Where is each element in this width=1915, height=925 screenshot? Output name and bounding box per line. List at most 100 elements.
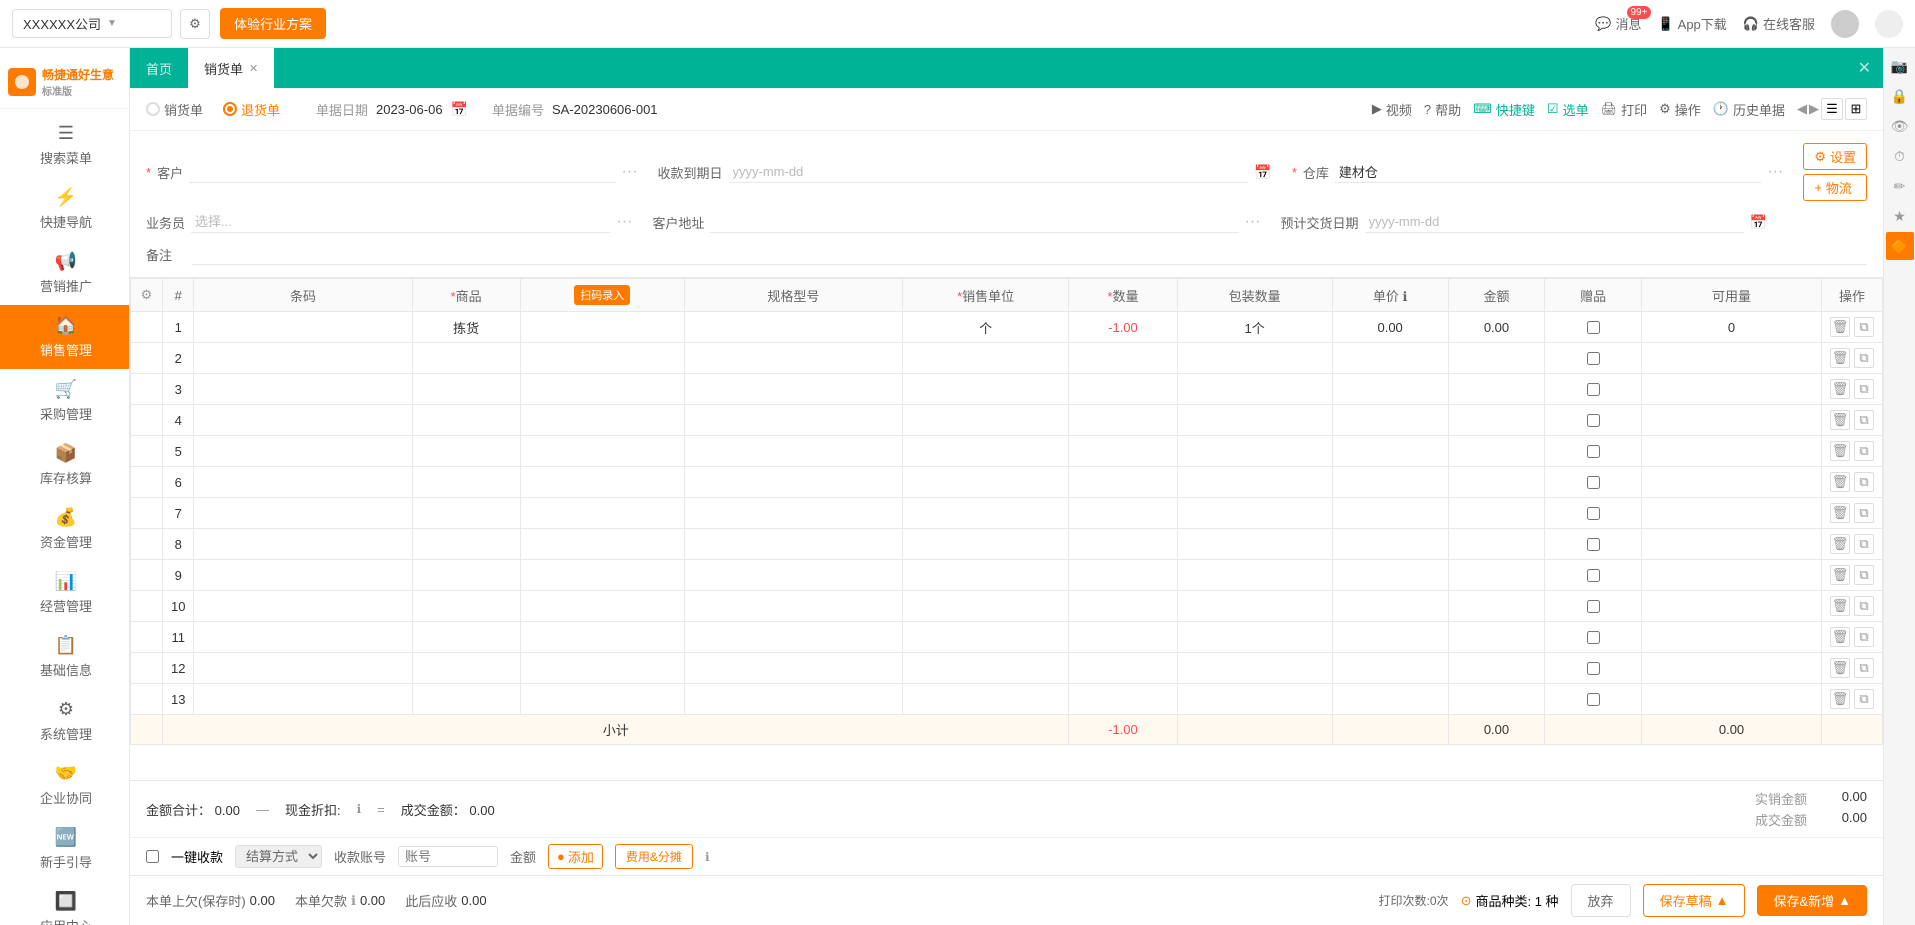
row8-delete[interactable]: 🗑 xyxy=(1830,534,1850,554)
nav-prev-icon[interactable]: ◀ xyxy=(1797,101,1807,117)
rfp-lock[interactable]: 🔒 xyxy=(1886,82,1914,110)
addr-dots[interactable]: ··· xyxy=(1245,213,1261,231)
fee-split-button[interactable]: 费用&分摊 xyxy=(615,844,693,869)
tab-sales-order[interactable]: 销货单 ✕ xyxy=(188,48,274,88)
row5-copy[interactable]: ⧉ xyxy=(1854,441,1874,461)
row11-copy[interactable]: ⧉ xyxy=(1854,627,1874,647)
row8-copy[interactable]: ⧉ xyxy=(1854,534,1874,554)
row1-gift[interactable] xyxy=(1545,312,1642,343)
print-btn[interactable]: 🖨 打印 xyxy=(1601,100,1648,119)
row1-barcode[interactable] xyxy=(194,312,412,343)
row1-delete-icon[interactable]: 🗑 xyxy=(1830,317,1850,337)
due-date-input[interactable] xyxy=(729,161,1249,183)
customer-dots[interactable]: ··· xyxy=(622,163,638,181)
save-new-button[interactable]: 保存&新增 ▲ xyxy=(1757,885,1867,916)
row7-delete[interactable]: 🗑 xyxy=(1830,503,1850,523)
help-btn[interactable]: ? 帮助 xyxy=(1424,100,1461,119)
tab-close-icon[interactable]: ✕ xyxy=(249,62,258,75)
shortcut-btn[interactable]: ⌨ 快捷键 xyxy=(1473,100,1535,119)
row3-delete[interactable]: 🗑 xyxy=(1830,379,1850,399)
sidebar-item-marketing[interactable]: 📢 营销推广 xyxy=(0,241,129,305)
rfp-eye[interactable]: 👁 xyxy=(1886,112,1914,140)
warehouse-input[interactable] xyxy=(1335,161,1761,183)
row12-copy[interactable]: ⧉ xyxy=(1854,658,1874,678)
one-click-checkbox[interactable] xyxy=(146,850,159,863)
save-draft-button[interactable]: 保存草稿 ▲ xyxy=(1643,884,1746,917)
sidebar-item-search-order[interactable]: ☰ 搜索菜单 xyxy=(0,113,129,177)
sidebar-item-basic[interactable]: 📋 基础信息 xyxy=(0,625,129,689)
row12-delete[interactable]: 🗑 xyxy=(1830,658,1850,678)
operate-btn[interactable]: ⚙ 操作 xyxy=(1659,100,1701,119)
history-btn[interactable]: 🕐 历史单据 xyxy=(1713,100,1785,119)
account-input[interactable] xyxy=(398,846,498,867)
sidebar-item-apps[interactable]: 🔲 应用中心 xyxy=(0,881,129,925)
sidebar-item-quick-nav[interactable]: ⚡ 快捷导航 xyxy=(0,177,129,241)
company-settings-button[interactable]: ⚙ xyxy=(180,9,210,39)
row10-copy[interactable]: ⧉ xyxy=(1854,596,1874,616)
sidebar-item-purchase[interactable]: 🛒 采购管理 xyxy=(0,369,129,433)
logistics-button[interactable]: + 物流 xyxy=(1803,174,1867,201)
row6-copy[interactable]: ⧉ xyxy=(1854,472,1874,492)
sidebar-item-system[interactable]: ⚙ 系统管理 xyxy=(0,689,129,753)
rfp-edit[interactable]: ✏ xyxy=(1886,172,1914,200)
th-scan[interactable]: 扫码录入 xyxy=(520,279,684,312)
remark-input[interactable] xyxy=(192,243,1867,265)
settings-button[interactable]: ⚙ 设置 xyxy=(1803,143,1867,170)
sidebar-item-sales[interactable]: 🏠 销售管理 xyxy=(0,305,129,369)
radio-return-order[interactable]: 退货单 xyxy=(223,100,280,119)
row7-copy[interactable]: ⧉ xyxy=(1854,503,1874,523)
row6-delete[interactable]: 🗑 xyxy=(1830,472,1850,492)
rfp-clock[interactable]: ⏱ xyxy=(1886,142,1914,170)
row1-qty[interactable]: -1.00 xyxy=(1069,312,1177,343)
rfp-star[interactable]: ★ xyxy=(1886,202,1914,230)
row9-delete[interactable]: 🗑 xyxy=(1830,565,1850,585)
calc-method-select[interactable]: 结算方式 xyxy=(235,845,322,868)
row4-delete[interactable]: 🗑 xyxy=(1830,410,1850,430)
row3-copy[interactable]: ⧉ xyxy=(1854,379,1874,399)
row1-spec[interactable] xyxy=(684,312,902,343)
message-button[interactable]: 💬 消息 99+ xyxy=(1595,14,1641,33)
app-download-button[interactable]: 📱 App下载 xyxy=(1657,14,1726,33)
view-grid-btn[interactable]: ⊞ xyxy=(1845,98,1867,120)
expected-date-input[interactable] xyxy=(1365,211,1744,233)
sidebar-item-finance[interactable]: 💰 资金管理 xyxy=(0,497,129,561)
row13-copy[interactable]: ⧉ xyxy=(1854,689,1874,709)
row1-copy-icon[interactable]: ⧉ xyxy=(1854,317,1874,337)
sidebar-item-guide[interactable]: 🆕 新手引导 xyxy=(0,817,129,881)
online-service-button[interactable]: 🎧 在线客服 xyxy=(1743,14,1815,33)
sidebar-item-operations[interactable]: 📊 经营管理 xyxy=(0,561,129,625)
scan-button[interactable]: 扫码录入 xyxy=(574,285,630,305)
nav-next-icon[interactable]: ▶ xyxy=(1809,101,1819,117)
warehouse-dots[interactable]: ··· xyxy=(1767,163,1783,181)
row13-delete[interactable]: 🗑 xyxy=(1830,689,1850,709)
due-date-cal-icon[interactable]: 📅 xyxy=(1254,164,1271,181)
salesperson-dots[interactable]: ··· xyxy=(616,213,632,231)
avatar-extra[interactable] xyxy=(1875,10,1903,38)
row10-delete[interactable]: 🗑 xyxy=(1830,596,1850,616)
row11-delete[interactable]: 🗑 xyxy=(1830,627,1850,647)
row5-delete[interactable]: 🗑 xyxy=(1830,441,1850,461)
sidebar-item-enterprise[interactable]: 🤝 企业协同 xyxy=(0,753,129,817)
radio-sales-order[interactable]: 销货单 xyxy=(146,100,203,119)
expected-date-cal-icon[interactable]: 📅 xyxy=(1750,214,1767,231)
th-gear[interactable]: ⚙ xyxy=(131,279,163,312)
row2-copy[interactable]: ⧉ xyxy=(1854,348,1874,368)
row9-copy[interactable]: ⧉ xyxy=(1854,565,1874,585)
avatar[interactable] xyxy=(1831,10,1859,38)
company-selector[interactable]: XXXXXX公司 ▼ xyxy=(12,9,172,38)
trial-button[interactable]: 体验行业方案 xyxy=(220,8,326,39)
close-window-icon[interactable]: ✕ xyxy=(1858,58,1871,78)
customer-input[interactable] xyxy=(189,161,615,183)
add-payment-button[interactable]: ● 添加 xyxy=(548,844,603,869)
calendar-icon[interactable]: 📅 xyxy=(451,101,468,118)
tab-home[interactable]: 首页 xyxy=(130,48,188,88)
row1-price[interactable]: 0.00 xyxy=(1332,312,1448,343)
salesperson-input[interactable] xyxy=(191,211,610,233)
rfp-camera[interactable]: 📷 xyxy=(1886,52,1914,80)
rfp-orange[interactable]: 🔶 xyxy=(1886,232,1914,260)
video-btn[interactable]: ▶ 视频 xyxy=(1372,100,1412,119)
row4-copy[interactable]: ⧉ xyxy=(1854,410,1874,430)
select-btn[interactable]: ☑ 选单 xyxy=(1547,100,1589,119)
view-list-btn[interactable]: ☰ xyxy=(1821,98,1843,120)
sidebar-item-inventory[interactable]: 📦 库存核算 xyxy=(0,433,129,497)
